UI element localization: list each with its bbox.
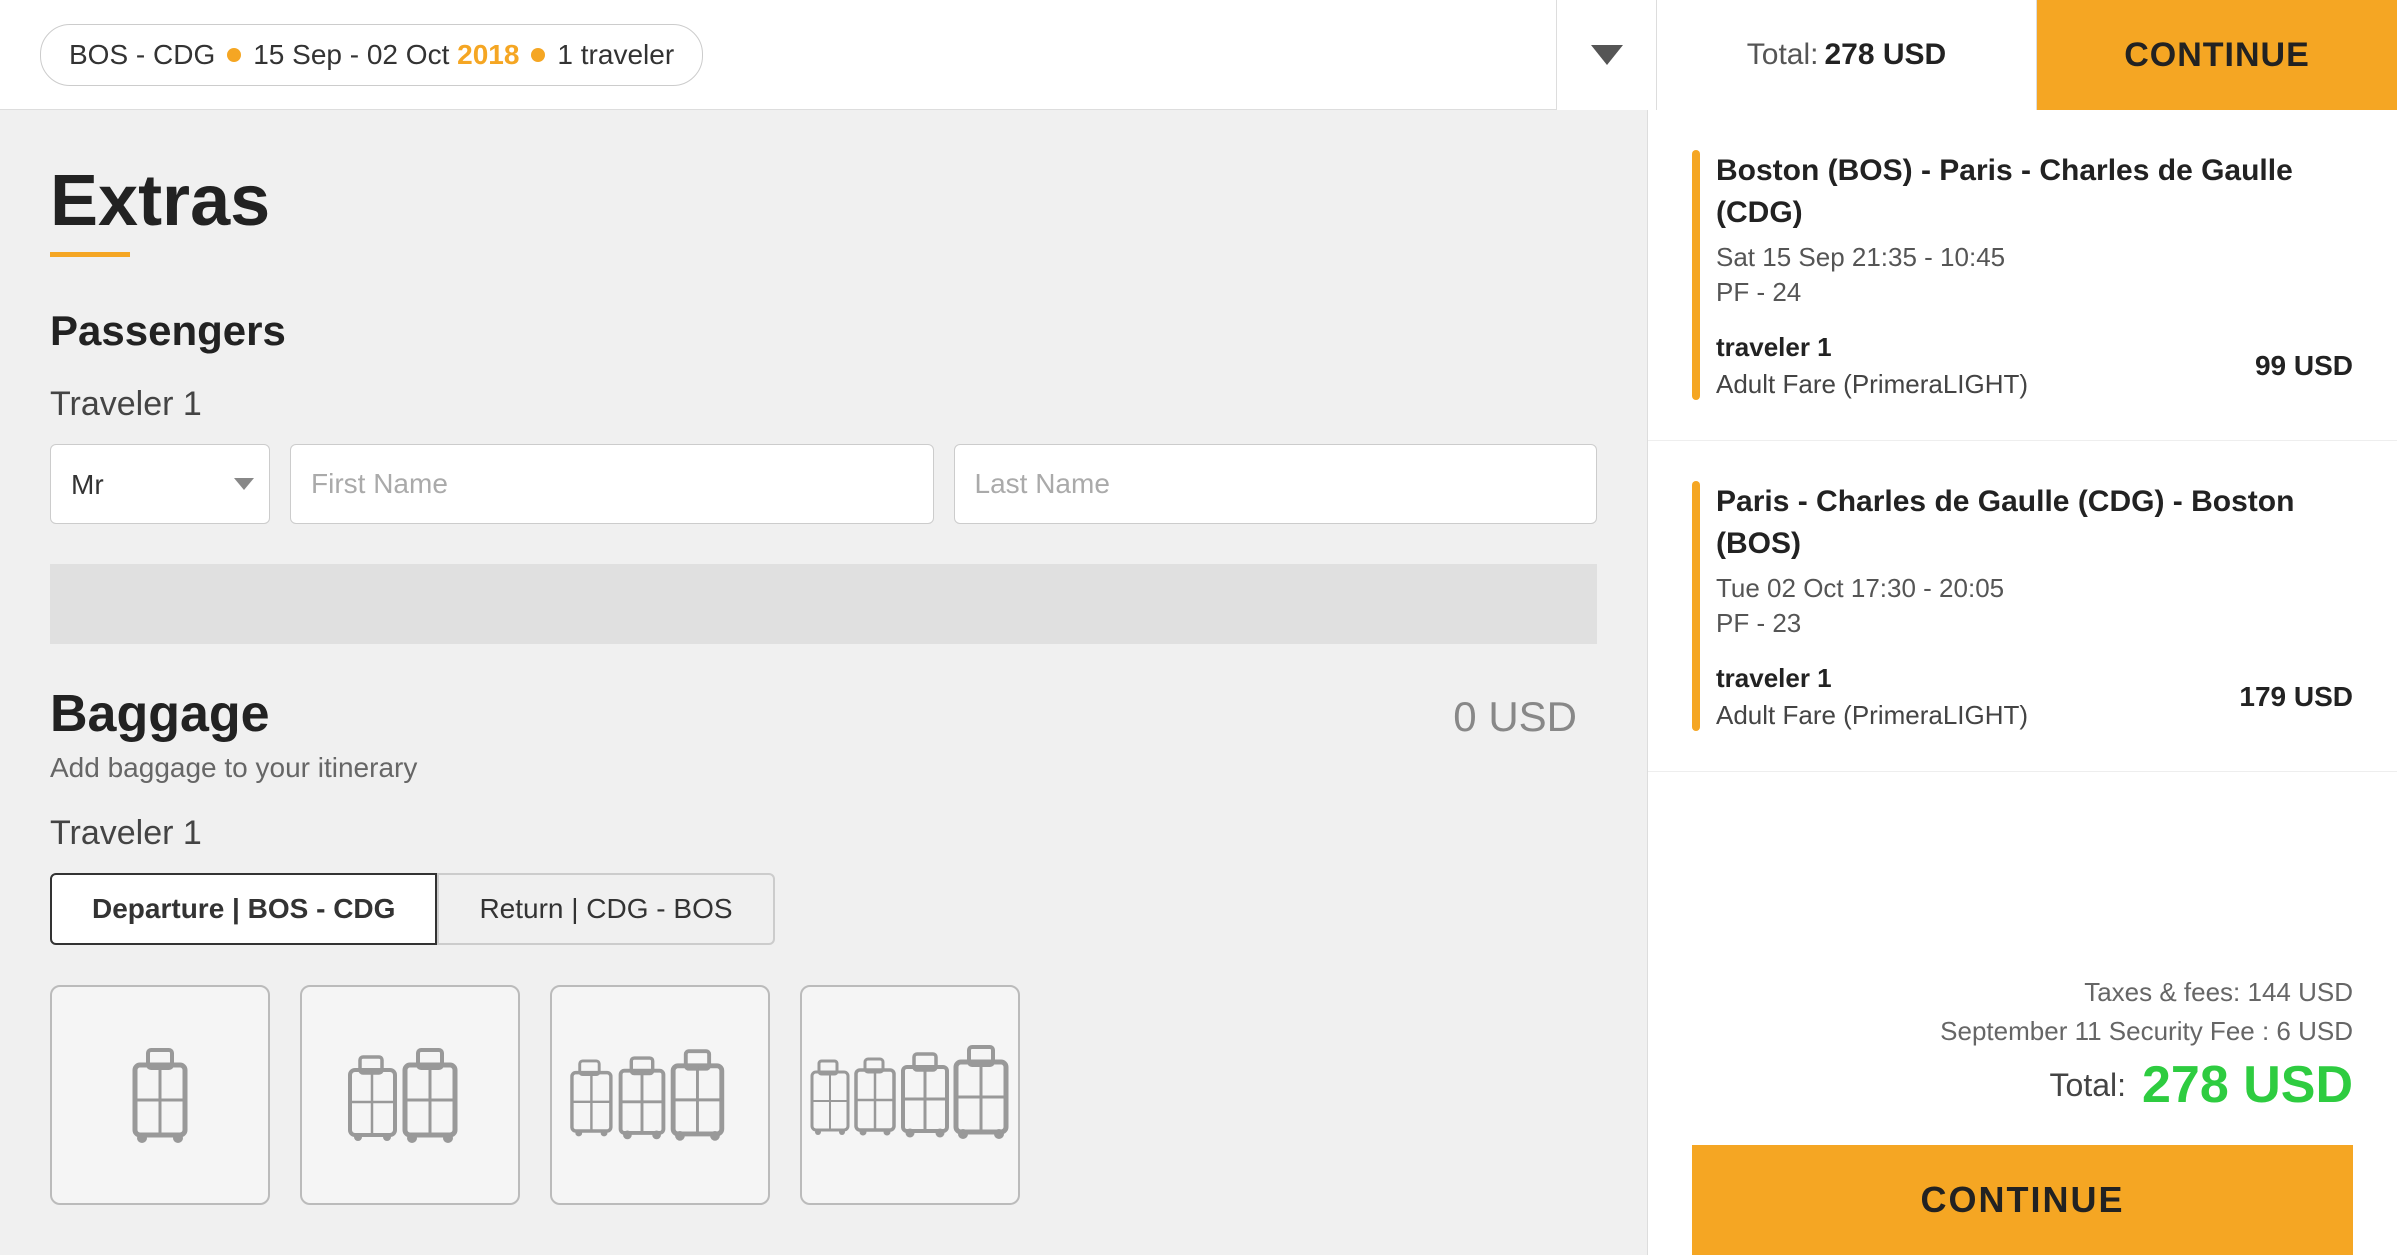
summary-toggle-button[interactable] — [1557, 0, 1657, 110]
continue-button-top[interactable]: CONTINUE — [2037, 0, 2397, 110]
continue-button-bottom[interactable]: CONTINUE — [1692, 1145, 2353, 1255]
luggage-card-3[interactable] — [550, 985, 770, 1205]
segment-indicator-2: Paris - Charles de Gaulle (CDG) - Boston… — [1692, 481, 2353, 731]
passengers-heading: Passengers — [50, 307, 1597, 355]
fare-label-1: Adult Fare (PrimeraLIGHT) — [1716, 369, 2028, 400]
security-fee-row: September 11 Security Fee : 6 USD — [1692, 1016, 2353, 1047]
traveler-count: 1 traveler — [557, 39, 674, 71]
trip-dates: 15 Sep - 02 Oct 2018 — [253, 39, 519, 71]
left-panel: Extras Passengers Traveler 1 Mr Mrs Ms D… — [0, 110, 1647, 1255]
fare-price-1: 99 USD — [2255, 350, 2353, 382]
baggage-header: Baggage 0 USD — [50, 684, 1597, 744]
segment-2-title: Paris - Charles de Gaulle (CDG) - Boston… — [1716, 481, 2353, 565]
segment-1-time: Sat 15 Sep 21:35 - 10:45 — [1716, 242, 2353, 273]
luggage-icon-4 — [810, 1040, 1010, 1150]
yellow-bar-1 — [1692, 150, 1700, 400]
baggage-tabs: Departure | BOS - CDG Return | CDG - BOS — [50, 873, 1597, 945]
yellow-bar-2 — [1692, 481, 1700, 731]
segment-2-time: Tue 02 Oct 17:30 - 20:05 — [1716, 573, 2353, 604]
segment-2-code: PF - 23 — [1716, 608, 2353, 639]
baggage-subtitle: Add baggage to your itinerary — [50, 752, 1597, 784]
form-extra-row — [50, 564, 1597, 644]
dot-1 — [227, 48, 241, 62]
flight-segment-2: Paris - Charles de Gaulle (CDG) - Boston… — [1648, 441, 2397, 772]
traveler-label: Traveler 1 — [50, 385, 1597, 424]
luggage-card-4[interactable] — [800, 985, 1020, 1205]
header-bar: BOS - CDG 15 Sep - 02 Oct 2018 1 travele… — [0, 0, 2397, 110]
luggage-options — [50, 985, 1597, 1205]
segment-1-title: Boston (BOS) - Paris - Charles de Gaulle… — [1716, 150, 2353, 234]
security-fee-label: September 11 Security Fee : 6 USD — [1940, 1016, 2353, 1047]
chevron-down-icon — [1591, 45, 1623, 65]
fare-traveler-2: traveler 1 — [1716, 663, 2028, 694]
flight-segment-1: Boston (BOS) - Paris - Charles de Gaulle… — [1648, 110, 2397, 441]
summary-total-amount: 278 USD — [2142, 1055, 2353, 1115]
title-select-wrapper: Mr Mrs Ms Dr — [50, 444, 270, 524]
luggage-icon-3 — [570, 1040, 750, 1150]
title-underline — [50, 252, 130, 257]
taxes-fees-label: Taxes & fees: 144 USD — [2084, 977, 2353, 1008]
baggage-title: Baggage — [50, 684, 270, 744]
baggage-section: Baggage 0 USD Add baggage to your itiner… — [50, 684, 1597, 1205]
header-total-value: 278 USD — [1824, 38, 1946, 72]
dot-2 — [531, 48, 545, 62]
summary-panel: Boston (BOS) - Paris - Charles de Gaulle… — [1647, 110, 2397, 1255]
trip-route: BOS - CDG — [69, 39, 215, 71]
tab-return[interactable]: Return | CDG - BOS — [437, 873, 774, 945]
summary-total-row: Total: 278 USD — [1692, 1055, 2353, 1115]
trip-year: 2018 — [457, 39, 519, 70]
segment-indicator-1: Boston (BOS) - Paris - Charles de Gaulle… — [1692, 150, 2353, 400]
baggage-price: 0 USD — [1453, 693, 1577, 741]
summary-footer: Taxes & fees: 144 USD September 11 Secur… — [1648, 947, 2397, 1255]
trip-info-pill: BOS - CDG 15 Sep - 02 Oct 2018 1 travele… — [40, 24, 703, 86]
header-total: Total: 278 USD — [1657, 0, 2037, 110]
fare-info-2: traveler 1 Adult Fare (PrimeraLIGHT) — [1716, 663, 2028, 731]
last-name-field[interactable] — [954, 444, 1598, 524]
luggage-card-2[interactable] — [300, 985, 520, 1205]
header-summary: Total: 278 USD CONTINUE — [1556, 0, 2397, 110]
traveler-form: Mr Mrs Ms Dr — [50, 444, 1597, 524]
fare-label-2: Adult Fare (PrimeraLIGHT) — [1716, 700, 2028, 731]
fare-info-1: traveler 1 Adult Fare (PrimeraLIGHT) — [1716, 332, 2028, 400]
tab-departure[interactable]: Departure | BOS - CDG — [50, 873, 437, 945]
first-name-field[interactable] — [290, 444, 934, 524]
segment-content-1: Boston (BOS) - Paris - Charles de Gaulle… — [1716, 150, 2353, 400]
segment-content-2: Paris - Charles de Gaulle (CDG) - Boston… — [1716, 481, 2353, 731]
baggage-traveler-label: Traveler 1 — [50, 814, 1597, 853]
luggage-icon-2 — [345, 1040, 475, 1150]
luggage-icon-1 — [120, 1040, 200, 1150]
page-title: Extras — [50, 160, 1597, 242]
luggage-card-1[interactable] — [50, 985, 270, 1205]
summary-total-label: Total: — [2050, 1067, 2126, 1104]
fare-traveler-1: traveler 1 — [1716, 332, 2028, 363]
fare-row-1: traveler 1 Adult Fare (PrimeraLIGHT) 99 … — [1716, 332, 2353, 400]
fare-row-2: traveler 1 Adult Fare (PrimeraLIGHT) 179… — [1716, 663, 2353, 731]
title-select[interactable]: Mr Mrs Ms Dr — [50, 444, 270, 524]
fare-price-2: 179 USD — [2239, 681, 2353, 713]
taxes-fees-row: Taxes & fees: 144 USD — [1692, 977, 2353, 1008]
main-content: Extras Passengers Traveler 1 Mr Mrs Ms D… — [0, 110, 2397, 1255]
segment-1-code: PF - 24 — [1716, 277, 2353, 308]
